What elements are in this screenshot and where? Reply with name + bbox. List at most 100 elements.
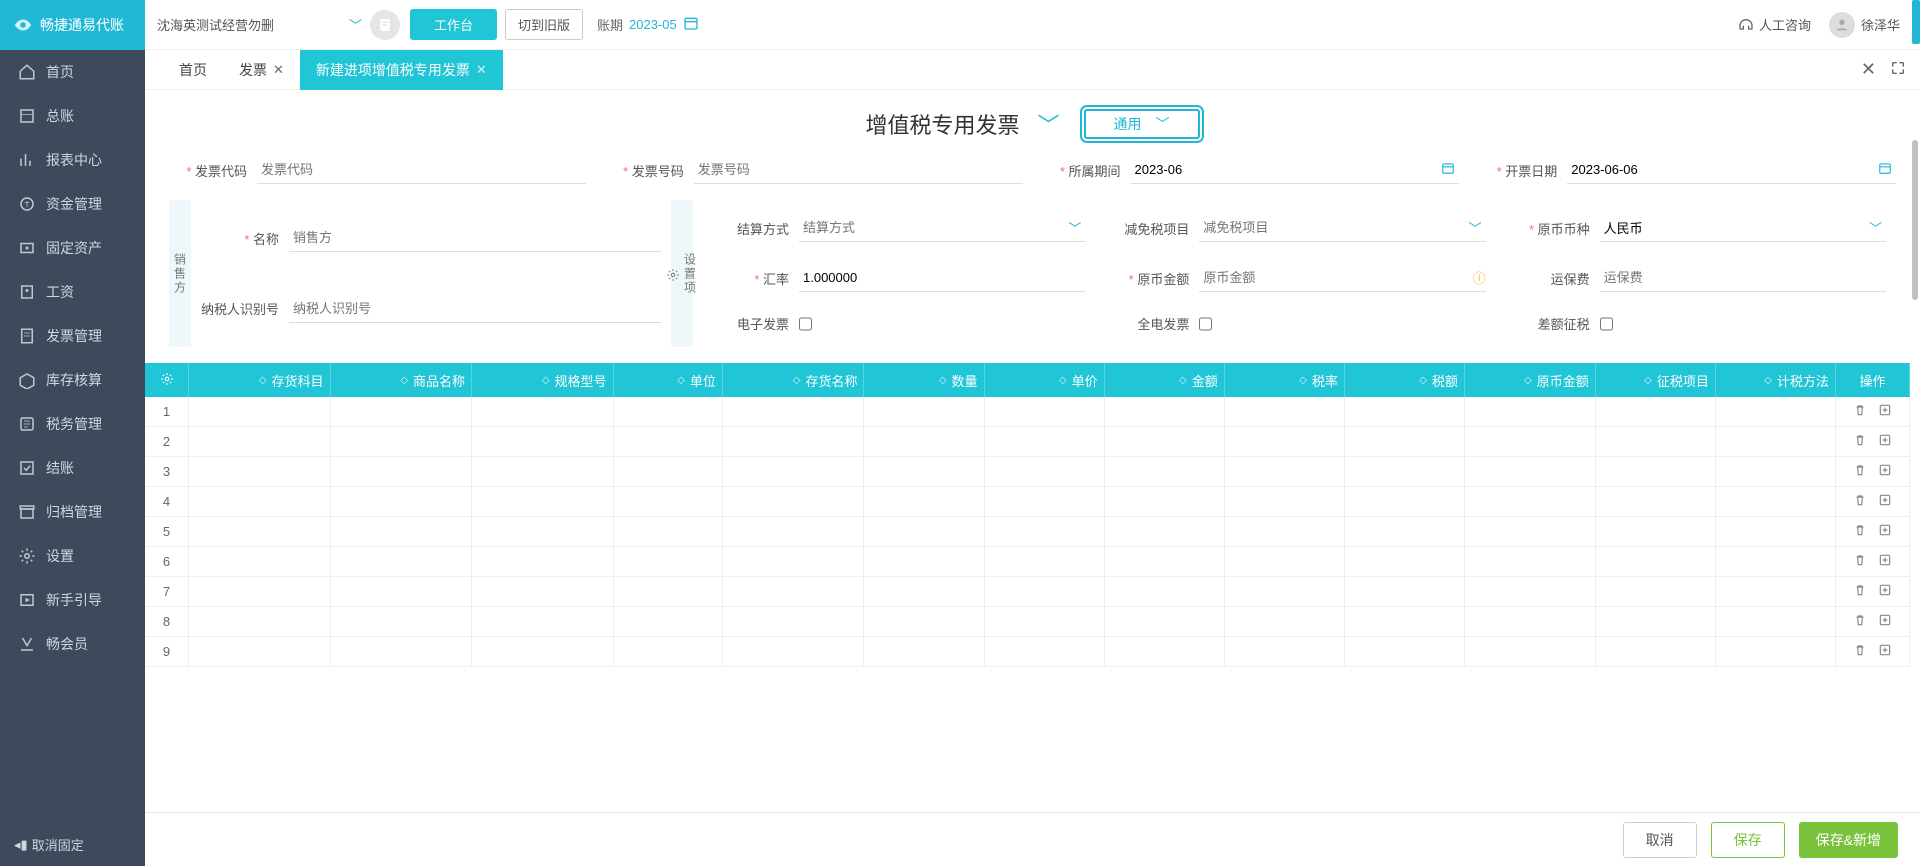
- close-icon[interactable]: ✕: [1861, 59, 1876, 80]
- grid-cell[interactable]: [1225, 487, 1345, 516]
- grid-cell[interactable]: [472, 577, 614, 606]
- grid-cell[interactable]: [1465, 547, 1596, 576]
- grid-cell-input[interactable]: [1602, 487, 1709, 516]
- grid-cell[interactable]: [723, 607, 865, 636]
- grid-cell-input[interactable]: [1471, 607, 1589, 636]
- grid-cell[interactable]: [1225, 457, 1345, 486]
- grid-cell[interactable]: [331, 547, 473, 576]
- doc-title-select[interactable]: 增值税专用发票 ﹀: [865, 108, 1059, 140]
- delete-icon[interactable]: [1850, 463, 1870, 480]
- grid-cell[interactable]: [1225, 607, 1345, 636]
- grid-cell[interactable]: [189, 427, 331, 456]
- grid-cell-input[interactable]: [1722, 547, 1829, 576]
- grid-cell-input[interactable]: [870, 427, 977, 456]
- grid-cell-input[interactable]: [1111, 547, 1218, 576]
- grid-cell-input[interactable]: [620, 457, 716, 486]
- grid-cell-input[interactable]: [1722, 577, 1829, 606]
- grid-cell-input[interactable]: [1231, 397, 1338, 426]
- grid-cell-input[interactable]: [337, 397, 466, 426]
- tab-0[interactable]: 首页: [163, 50, 223, 90]
- grid-cell[interactable]: [864, 517, 984, 546]
- grid-cell[interactable]: [1465, 487, 1596, 516]
- full-elec-checkbox[interactable]: [1199, 317, 1212, 331]
- grid-cell[interactable]: [1716, 577, 1836, 606]
- grid-cell-input[interactable]: [1471, 457, 1589, 486]
- sidebar-item-settings[interactable]: 设置: [0, 534, 145, 578]
- grid-cell-input[interactable]: [1471, 577, 1589, 606]
- grid-cell[interactable]: [1596, 577, 1716, 606]
- grid-cell-input[interactable]: [337, 607, 466, 636]
- grid-col-0[interactable]: ◇存货科目: [189, 363, 331, 397]
- grid-cell[interactable]: [985, 487, 1105, 516]
- grid-cell[interactable]: [1345, 487, 1465, 516]
- grid-cell[interactable]: [1225, 547, 1345, 576]
- delete-icon[interactable]: [1850, 553, 1870, 570]
- chevron-down-icon[interactable]: ﹀: [1064, 218, 1085, 237]
- support-link[interactable]: 人工咨询: [1738, 15, 1811, 34]
- sidebar-item-vip[interactable]: 畅会员: [0, 622, 145, 666]
- grid-cell[interactable]: [1345, 457, 1465, 486]
- grid-cell[interactable]: [723, 547, 865, 576]
- grid-col-8[interactable]: ◇税率: [1225, 363, 1345, 397]
- rate-input[interactable]: [799, 264, 1085, 292]
- grid-cell-input[interactable]: [1351, 637, 1458, 666]
- delete-icon[interactable]: [1850, 583, 1870, 600]
- grid-cell-input[interactable]: [729, 457, 858, 486]
- grid-cell[interactable]: [1716, 637, 1836, 666]
- grid-cell-input[interactable]: [1231, 487, 1338, 516]
- grid-cell-input[interactable]: [1722, 607, 1829, 636]
- delete-icon[interactable]: [1850, 433, 1870, 450]
- grid-cell[interactable]: [1345, 607, 1465, 636]
- grid-cell[interactable]: [472, 397, 614, 426]
- sidebar-item-home[interactable]: 首页: [0, 50, 145, 94]
- edge-handle[interactable]: [1912, 0, 1920, 44]
- grid-cell[interactable]: [1345, 577, 1465, 606]
- grid-cell-input[interactable]: [337, 547, 466, 576]
- grid-cell[interactable]: [723, 487, 865, 516]
- grid-cell[interactable]: [614, 547, 723, 576]
- grid-col-5[interactable]: ◇数量: [864, 363, 984, 397]
- grid-cell[interactable]: [1716, 517, 1836, 546]
- add-row-icon[interactable]: [1875, 583, 1895, 600]
- grid-cell-input[interactable]: [729, 517, 858, 546]
- grid-cell-input[interactable]: [478, 577, 607, 606]
- grid-cell-input[interactable]: [1111, 397, 1218, 426]
- grid-cell[interactable]: [472, 427, 614, 456]
- chevron-down-icon[interactable]: ﹀: [1865, 218, 1886, 237]
- fullscreen-icon[interactable]: [1890, 60, 1906, 79]
- grid-cell-input[interactable]: [195, 637, 324, 666]
- grid-cell[interactable]: [1225, 427, 1345, 456]
- save-and-new-button[interactable]: 保存&新增: [1799, 822, 1898, 858]
- grid-cell[interactable]: [864, 427, 984, 456]
- sidebar-unpin[interactable]: ◂▮ 取消固定: [0, 823, 145, 866]
- grid-cell-input[interactable]: [1602, 607, 1709, 636]
- grid-cell[interactable]: [1596, 547, 1716, 576]
- add-row-icon[interactable]: [1875, 643, 1895, 660]
- grid-cell-input[interactable]: [1351, 397, 1458, 426]
- sidebar-item-invoice[interactable]: 发票管理: [0, 314, 145, 358]
- grid-cell[interactable]: [472, 517, 614, 546]
- grid-cell-input[interactable]: [195, 487, 324, 516]
- grid-cell[interactable]: [864, 607, 984, 636]
- grid-cell-input[interactable]: [729, 607, 858, 636]
- grid-col-9[interactable]: ◇税额: [1345, 363, 1465, 397]
- grid-cell[interactable]: [985, 397, 1105, 426]
- grid-cell[interactable]: [1345, 547, 1465, 576]
- grid-cell-input[interactable]: [337, 487, 466, 516]
- grid-cell[interactable]: [864, 397, 984, 426]
- grid-cell-input[interactable]: [1722, 517, 1829, 546]
- grid-cell[interactable]: [1716, 487, 1836, 516]
- grid-cell[interactable]: [614, 397, 723, 426]
- grid-cell-input[interactable]: [991, 547, 1098, 576]
- grid-cell[interactable]: [1345, 517, 1465, 546]
- grid-cell-input[interactable]: [478, 427, 607, 456]
- add-row-icon[interactable]: [1875, 463, 1895, 480]
- delete-icon[interactable]: [1850, 403, 1870, 420]
- grid-col-4[interactable]: ◇存货名称: [723, 363, 865, 397]
- grid-col-11[interactable]: ◇征税项目: [1596, 363, 1716, 397]
- grid-cell-input[interactable]: [1602, 457, 1709, 486]
- grid-cell-input[interactable]: [337, 637, 466, 666]
- grid-cell-input[interactable]: [870, 607, 977, 636]
- grid-cell[interactable]: [1465, 457, 1596, 486]
- grid-cell-input[interactable]: [1602, 547, 1709, 576]
